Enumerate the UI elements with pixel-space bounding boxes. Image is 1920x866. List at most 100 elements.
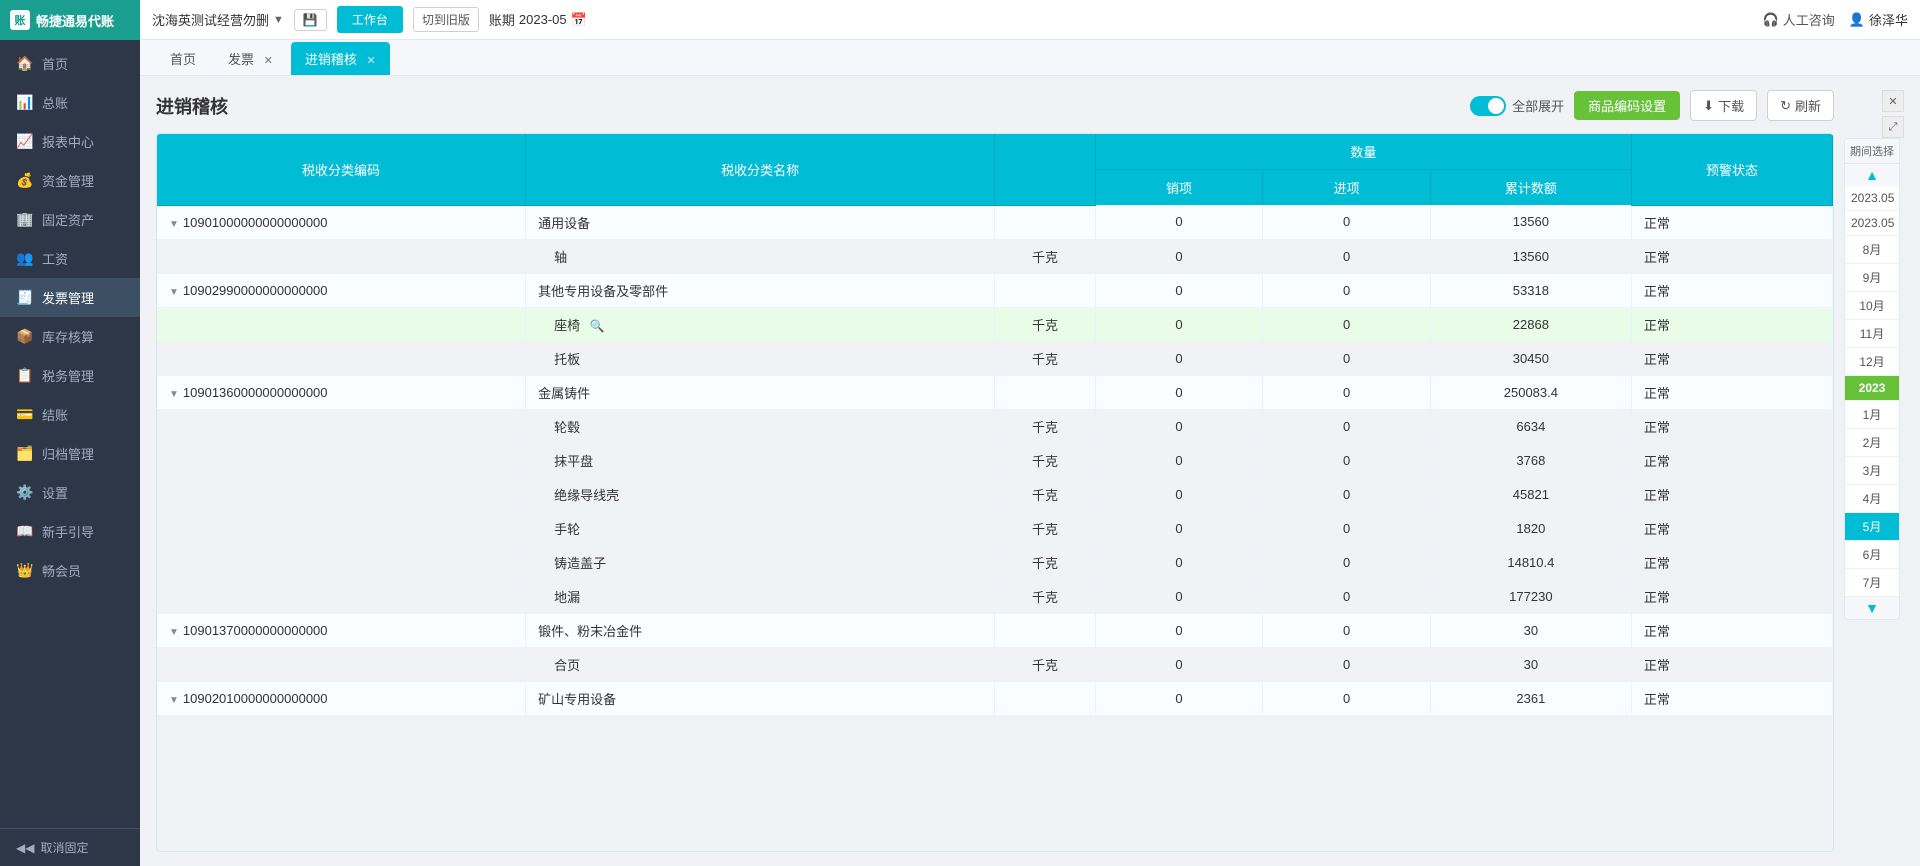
ledger-icon: 📊 [16,94,34,111]
tab-home[interactable]: 首页 [156,42,210,75]
table-cell-code [157,545,526,579]
table-cell-total: 3768 [1430,443,1631,477]
table-row: 手轮千克001820正常 [157,511,1833,545]
logo-icon: 账 [10,10,30,30]
sidebar-item-checkout[interactable]: 💳 结账 [0,395,140,434]
period-item[interactable]: 9月 [1845,264,1899,292]
page-title: 进销稽核 [156,93,228,119]
table-row: 托板千克0030450正常 [157,341,1833,375]
sidebar-item-reports[interactable]: 📈 报表中心 [0,122,140,161]
table-cell-sale: 0 [1095,341,1263,375]
toggle-switch-control[interactable] [1470,96,1506,116]
table-cell-name: 绝缘导线壳 [526,477,995,511]
period-item[interactable]: 2023.05 [1845,186,1899,211]
table-cell-code: ▼10902010000000000000 [157,681,526,715]
period-item[interactable]: 2023 [1845,376,1899,401]
period-item[interactable]: 1月 [1845,401,1899,429]
table-cell-sale: 0 [1095,443,1263,477]
app-logo: 账 畅捷通易代账 [0,0,140,40]
sidebar-item-settings[interactable]: ⚙️ 设置 [0,473,140,512]
period-item[interactable]: 3月 [1845,457,1899,485]
page-content: 进销稽核 全部展开 商品编码设置 ⬇ 下载 ↻ 刷新 [140,76,1920,866]
period-scroll-up[interactable]: ▲ [1845,164,1899,186]
sidebar-item-archive[interactable]: 🗂️ 归档管理 [0,434,140,473]
refresh-button[interactable]: ↻ 刷新 [1767,90,1834,121]
col-header-sale: 销项 [1095,170,1263,206]
expand-icon: ▼ [169,627,179,638]
period-item[interactable]: 7月 [1845,569,1899,597]
table-cell-sale: 0 [1095,511,1263,545]
expand-icon: ▼ [169,219,179,230]
table-cell-name: 地漏 [526,579,995,613]
table-cell-status: 正常 [1631,579,1832,613]
sidebar-item-inventory[interactable]: 📦 库存核算 [0,317,140,356]
user-profile[interactable]: 👤 徐泽华 [1849,10,1908,29]
tab-invoice-close[interactable]: ✕ [264,55,273,67]
sidebar-item-member[interactable]: 👑 畅会员 [0,551,140,590]
table-cell-purchase: 0 [1263,443,1431,477]
col-header-name: 税收分类名称 [526,134,995,205]
table-cell-unit: 千克 [995,341,1096,375]
period-item[interactable]: 5月 [1845,513,1899,541]
main-area: 沈海英测试经营勿删 ▼ 💾 工作台 切到旧版 账期 2023-05 📅 🎧 人工… [140,0,1920,866]
period-item[interactable]: 8月 [1845,236,1899,264]
table-cell-total: 30 [1430,647,1631,681]
company-name: 沈海英测试经营勿删 [152,10,269,29]
sidebar-item-guide[interactable]: 📖 新手引导 [0,512,140,551]
search-icon[interactable]: 🔍 [590,319,605,333]
col-header-quantity-group: 数量 [1095,134,1631,170]
table-cell-purchase: 0 [1263,545,1431,579]
table-cell-name: 锻件、粉末冶金件 [526,613,995,647]
sidebar-item-tax[interactable]: 📋 税务管理 [0,356,140,395]
table-cell-purchase: 0 [1263,375,1431,409]
support-link[interactable]: 🎧 人工咨询 [1763,10,1835,29]
table-row: 地漏千克00177230正常 [157,579,1833,613]
pin-icon: ◀◀ [16,841,34,855]
table-cell-code [157,477,526,511]
sidebar-item-home[interactable]: 🏠 首页 [0,44,140,83]
period-item[interactable]: 4月 [1845,485,1899,513]
save-button[interactable]: 💾 [294,9,327,31]
unpin-button[interactable]: ◀◀ 取消固定 [0,828,140,866]
switch-version-button[interactable]: 切到旧版 [413,7,479,32]
company-selector[interactable]: 沈海英测试经营勿删 ▼ [152,10,284,29]
sidebar-item-ledger[interactable]: 📊 总账 [0,83,140,122]
sidebar-item-funds[interactable]: 💰 资金管理 [0,161,140,200]
tab-reconcile[interactable]: 进销稽核 ✕ [291,42,390,75]
table-cell-code [157,409,526,443]
expand-panel-button[interactable]: ⤢ [1882,116,1904,138]
period-item[interactable]: 2月 [1845,429,1899,457]
period-item[interactable]: 12月 [1845,348,1899,376]
table-cell-status: 正常 [1631,545,1832,579]
table-body: ▼10901000000000000000通用设备0013560正常轴千克001… [157,205,1833,715]
table-cell-unit: 千克 [995,579,1096,613]
data-table-container[interactable]: 税收分类编码 税收分类名称 数量 预警状态 销项 进项 累计数额 [156,133,1834,852]
period-item[interactable]: 11月 [1845,320,1899,348]
workspace-button[interactable]: 工作台 [337,6,403,33]
download-button[interactable]: ⬇ 下载 [1690,90,1757,121]
product-code-button[interactable]: 商品编码设置 [1574,91,1680,120]
table-row: 轮毂千克006634正常 [157,409,1833,443]
period-item[interactable]: 2023.05 [1845,211,1899,236]
sidebar-item-assets-label: 固定资产 [42,210,94,229]
expand-toggle[interactable]: 全部展开 [1470,96,1564,116]
table-cell-status: 正常 [1631,443,1832,477]
table-cell-code: ▼10901370000000000000 [157,613,526,647]
close-panel-button[interactable]: ✕ [1882,90,1904,112]
sidebar-item-invoice[interactable]: 🧾 发票管理 [0,278,140,317]
sidebar-item-invoice-label: 发票管理 [42,288,94,307]
sidebar-item-assets[interactable]: 🏢 固定资产 [0,200,140,239]
period-scroll-down[interactable]: ▼ [1845,597,1899,619]
period-item[interactable]: 10月 [1845,292,1899,320]
table-row: 合页千克0030正常 [157,647,1833,681]
sidebar-item-salary[interactable]: 👥 工资 [0,239,140,278]
table-row: 抹平盘千克003768正常 [157,443,1833,477]
table-cell-unit: 千克 [995,307,1096,341]
table-cell-total: 30450 [1430,341,1631,375]
tab-invoice[interactable]: 发票 ✕ [214,42,287,75]
table-cell-purchase: 0 [1263,273,1431,307]
content-main: 进销稽核 全部展开 商品编码设置 ⬇ 下载 ↻ 刷新 [156,90,1834,852]
tab-reconcile-close[interactable]: ✕ [367,55,376,67]
period-item[interactable]: 6月 [1845,541,1899,569]
sidebar-item-member-label: 畅会员 [42,561,81,580]
